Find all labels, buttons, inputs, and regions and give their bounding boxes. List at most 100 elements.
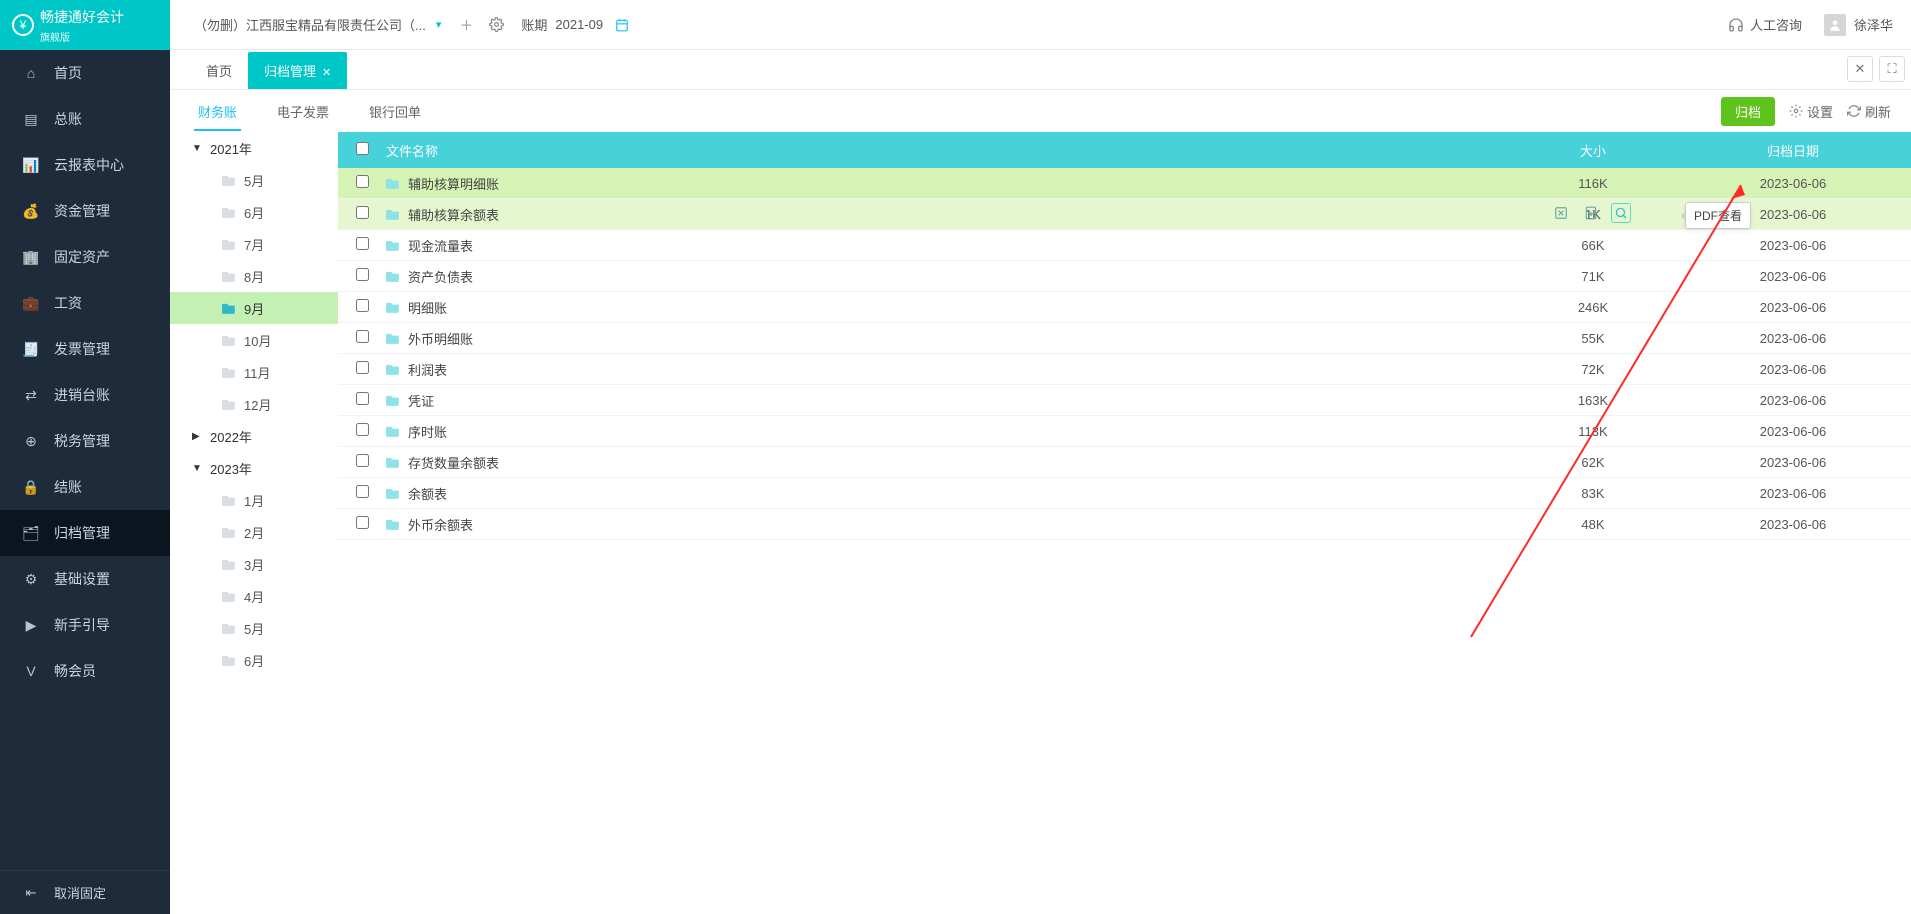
row-checkbox[interactable] [356,330,369,343]
company-dropdown-icon[interactable]: ▾ [436,18,442,31]
col-name: 文件名称 [380,141,1493,160]
nav-icon: ⇄ [22,386,40,404]
tree-month[interactable]: 10月 [170,324,338,356]
archive-button[interactable]: 归档 [1721,97,1775,126]
table-row[interactable]: 利润表72K2023-06-06 [338,354,1911,385]
table-row[interactable]: 现金流量表66K2023-06-06 [338,230,1911,261]
table-row[interactable]: 明细账246K2023-06-06 [338,292,1911,323]
row-checkbox[interactable] [356,516,369,529]
file-name: 外币余额表 [408,515,473,534]
select-all-checkbox[interactable] [356,142,369,155]
tree-month[interactable]: 12月 [170,388,338,420]
avatar[interactable] [1824,14,1846,36]
sidebar-item-8[interactable]: ⊕税务管理 [0,418,170,464]
sidebar-item-4[interactable]: 🏢固定资产 [0,234,170,280]
row-checkbox[interactable] [356,206,369,219]
row-checkbox[interactable] [356,268,369,281]
sidebar-item-10[interactable]: 🗂归档管理 [0,510,170,556]
tree-year[interactable]: ▼2021年 [170,132,338,164]
sidebar-item-13[interactable]: V畅会员 [0,648,170,694]
excel-download-icon[interactable] [1551,203,1571,223]
headset-icon [1728,17,1744,33]
row-checkbox[interactable] [356,454,369,467]
sidebar-item-12[interactable]: ▶新手引导 [0,602,170,648]
row-checkbox[interactable] [356,423,369,436]
sidebar-item-0[interactable]: ⌂首页 [0,50,170,96]
tree-month[interactable]: 3月 [170,548,338,580]
tree-year[interactable]: ▶2022年 [170,420,338,452]
brand-logo[interactable]: ¥ 畅捷通好会计 旗舰版 [0,0,170,50]
sidebar-item-2[interactable]: 📊云报表中心 [0,142,170,188]
folder-icon [386,518,400,530]
tree-month[interactable]: 2月 [170,516,338,548]
fullscreen-icon[interactable]: ⛶ [1879,56,1905,82]
refresh-icon [1847,104,1861,118]
tab-1[interactable]: 归档管理✕ [248,52,347,89]
pdf-download-icon[interactable] [1581,203,1601,223]
nav-icon: 🔒 [22,478,40,496]
folder-icon [386,301,400,313]
refresh-button[interactable]: 刷新 [1847,102,1891,121]
calendar-icon[interactable] [613,16,631,34]
sidebar-unpin[interactable]: ⇤ 取消固定 [0,870,170,914]
sidebar-item-9[interactable]: 🔒结账 [0,464,170,510]
tree-month[interactable]: 1月 [170,484,338,516]
table-row[interactable]: 存货数量余额表62K2023-06-06 [338,447,1911,478]
file-date: 2023-06-06 [1693,300,1893,315]
table-row[interactable]: 辅助核算明细账116K2023-06-06 [338,168,1911,199]
brand-icon: ¥ [12,14,34,36]
sidebar-item-5[interactable]: 💼工资 [0,280,170,326]
tree-month[interactable]: 9月 [170,292,338,324]
sidebar-item-11[interactable]: ⚙基础设置 [0,556,170,602]
table-row[interactable]: 序时账113K2023-06-06 [338,416,1911,447]
row-checkbox[interactable] [356,485,369,498]
tree-month[interactable]: 11月 [170,356,338,388]
nav-icon: 🗂 [22,524,40,542]
file-date: 2023-06-06 [1693,238,1893,253]
row-checkbox[interactable] [356,361,369,374]
table-row[interactable]: 凭证163K2023-06-06 [338,385,1911,416]
file-size: 163K [1493,393,1693,408]
table-row[interactable]: 辅助核算余额表1K2023-06-06PDF查看 [338,199,1911,230]
tab-close-panel[interactable]: ✕ [1847,56,1873,82]
table-row[interactable]: 余额表83K2023-06-06 [338,478,1911,509]
row-checkbox[interactable] [356,392,369,405]
tab-close-icon[interactable]: ✕ [322,67,331,79]
topbar: （勿删）江西服宝精品有限责任公司（... ▾ ＋ 账期 2021-09 人工咨询… [170,0,1911,50]
sidebar-item-6[interactable]: 🧾发票管理 [0,326,170,372]
row-checkbox[interactable] [356,175,369,188]
subtab-2[interactable]: 银行回单 [349,92,441,131]
sidebar-item-7[interactable]: ⇄进销台账 [0,372,170,418]
file-name: 序时账 [408,422,447,441]
tree-month[interactable]: 8月 [170,260,338,292]
settings-button[interactable]: 设置 [1789,102,1833,121]
nav-icon: ▤ [22,110,40,128]
pdf-view-icon[interactable] [1611,203,1631,223]
table-row[interactable]: 外币余额表48K2023-06-06 [338,509,1911,540]
unpin-icon: ⇤ [22,884,40,902]
subtab-1[interactable]: 电子发票 [257,92,349,131]
table-row[interactable]: 外币明细账55K2023-06-06 [338,323,1911,354]
username[interactable]: 徐泽华 [1854,15,1893,34]
file-date: 2023-06-06 [1693,269,1893,284]
row-checkbox[interactable] [356,237,369,250]
folder-icon [386,487,400,499]
sidebar-item-3[interactable]: 💰资金管理 [0,188,170,234]
tab-0[interactable]: 首页 [190,52,248,89]
tree-month[interactable]: 5月 [170,164,338,196]
company-name[interactable]: （勿删）江西服宝精品有限责任公司（... [194,15,426,34]
period-value[interactable]: 2021-09 [555,17,603,32]
tree-month[interactable]: 6月 [170,196,338,228]
sidebar-item-1[interactable]: ▤总账 [0,96,170,142]
tree-month[interactable]: 5月 [170,612,338,644]
subtab-0[interactable]: 财务账 [178,92,257,131]
tree-month[interactable]: 7月 [170,228,338,260]
consult-link[interactable]: 人工咨询 [1728,15,1802,34]
tree-month[interactable]: 6月 [170,644,338,676]
table-row[interactable]: 资产负债表71K2023-06-06 [338,261,1911,292]
tree-year[interactable]: ▼2023年 [170,452,338,484]
row-checkbox[interactable] [356,299,369,312]
tree-month[interactable]: 4月 [170,580,338,612]
add-icon[interactable]: ＋ [457,16,475,34]
gear-icon[interactable] [487,16,505,34]
